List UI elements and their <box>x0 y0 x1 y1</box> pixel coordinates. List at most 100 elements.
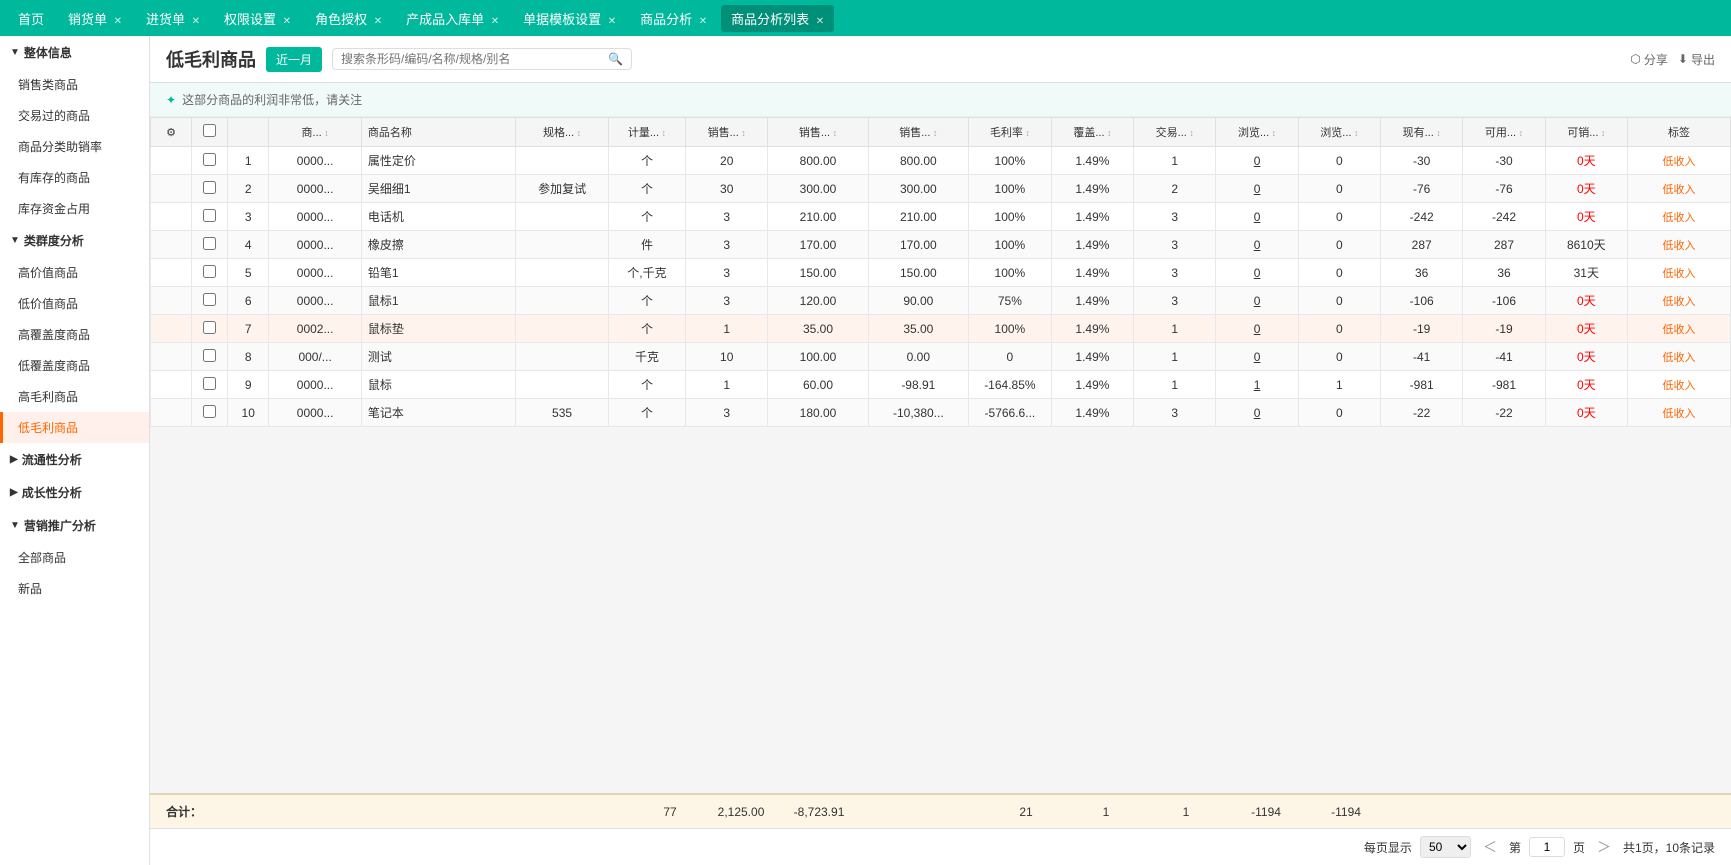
sidebar-item-traded-goods[interactable]: 交易过的商品 <box>0 100 149 131</box>
th-coverage[interactable]: 覆盖... <box>1051 118 1133 147</box>
th-available[interactable]: 可用... <box>1463 118 1545 147</box>
th-gross-rate[interactable]: 毛利率 <box>968 118 1051 147</box>
cell-amount-2: 210.00 <box>868 203 968 231</box>
cell-view1-5[interactable]: 0 <box>1216 287 1298 315</box>
search-box[interactable]: 🔍 <box>332 48 632 70</box>
nav-close-product-analysis[interactable]: ✕ <box>699 16 707 27</box>
next-page-btn[interactable]: ＞ <box>1593 835 1615 859</box>
cell-check-1[interactable] <box>192 175 228 203</box>
nav-purchase[interactable]: 进货单 ✕ <box>136 5 210 32</box>
row-checkbox-5[interactable] <box>203 293 216 306</box>
page-input[interactable] <box>1529 837 1565 857</box>
sidebar-item-low-profit[interactable]: 低毛利商品 <box>0 412 149 443</box>
search-icon[interactable]: 🔍 <box>608 52 623 66</box>
nav-permission[interactable]: 权限设置 ✕ <box>214 5 301 32</box>
sidebar-item-stock-fund[interactable]: 库存资金占用 <box>0 193 149 224</box>
row-checkbox-2[interactable] <box>203 209 216 222</box>
sidebar-item-high-coverage[interactable]: 高覆盖度商品 <box>0 319 149 350</box>
cell-code-8: 0000... <box>269 371 362 399</box>
sidebar-group-overall[interactable]: ▼ 整体信息 <box>0 36 149 69</box>
share-button[interactable]: ⬡ 分享 <box>1630 51 1668 68</box>
th-trade[interactable]: 交易... <box>1134 118 1216 147</box>
nav-product-in[interactable]: 产成品入库单 ✕ <box>396 5 509 32</box>
sidebar-group-marketing[interactable]: ▼ 营销推广分析 <box>0 509 149 542</box>
row-checkbox-3[interactable] <box>203 237 216 250</box>
row-checkbox-0[interactable] <box>203 153 216 166</box>
sidebar-item-new-goods[interactable]: 新品 <box>0 573 149 604</box>
cell-view1-2[interactable]: 0 <box>1216 203 1298 231</box>
per-page-select[interactable]: 50 100 200 <box>1420 836 1471 858</box>
th-check[interactable] <box>192 118 228 147</box>
nav-role[interactable]: 角色授权 ✕ <box>305 5 392 32</box>
sidebar-item-high-value[interactable]: 高价值商品 <box>0 257 149 288</box>
nav-close-product-in[interactable]: ✕ <box>491 16 499 27</box>
cell-view1-8[interactable]: 1 <box>1216 371 1298 399</box>
th-name[interactable]: 商品名称 <box>361 118 515 147</box>
th-unit[interactable]: 计量... <box>608 118 685 147</box>
nav-sales[interactable]: 销货单 ✕ <box>58 5 132 32</box>
sidebar-group-flow[interactable]: ▶ 流通性分析 <box>0 443 149 476</box>
cell-view1-0[interactable]: 0 <box>1216 147 1298 175</box>
th-settings[interactable]: ⚙ <box>151 118 192 147</box>
select-all-checkbox[interactable] <box>203 124 216 137</box>
cell-check-2[interactable] <box>192 203 228 231</box>
cell-view1-4[interactable]: 0 <box>1216 259 1298 287</box>
row-checkbox-7[interactable] <box>203 349 216 362</box>
nav-close-permission[interactable]: ✕ <box>283 16 291 27</box>
cell-check-5[interactable] <box>192 287 228 315</box>
nav-close-template[interactable]: ✕ <box>608 16 616 27</box>
search-input[interactable] <box>341 52 608 66</box>
cell-check-7[interactable] <box>192 343 228 371</box>
nav-close-purchase[interactable]: ✕ <box>192 16 200 27</box>
nav-close-role[interactable]: ✕ <box>374 16 382 27</box>
cell-tag-2: 低收入 <box>1627 203 1730 231</box>
sidebar-item-low-coverage[interactable]: 低覆盖度商品 <box>0 350 149 381</box>
sidebar-item-all-goods[interactable]: 全部商品 <box>0 542 149 573</box>
nav-home[interactable]: 首页 <box>8 5 54 32</box>
sidebar-group-cluster[interactable]: ▼ 类群度分析 <box>0 224 149 257</box>
th-sale-amount[interactable]: 销售... <box>868 118 968 147</box>
row-checkbox-1[interactable] <box>203 181 216 194</box>
cell-check-8[interactable] <box>192 371 228 399</box>
export-button[interactable]: ⬇ 导出 <box>1678 51 1715 68</box>
nav-product-analysis[interactable]: 商品分析 ✕ <box>630 5 717 32</box>
row-checkbox-9[interactable] <box>203 405 216 418</box>
sidebar-item-high-profit[interactable]: 高毛利商品 <box>0 381 149 412</box>
table-container[interactable]: ⚙ 商... 商品名称 规格... 计量... 销售... 销售... 销售..… <box>150 117 1731 793</box>
sidebar-item-low-value[interactable]: 低价值商品 <box>0 288 149 319</box>
cell-view1-7[interactable]: 0 <box>1216 343 1298 371</box>
top-navigation: 首页 销货单 ✕ 进货单 ✕ 权限设置 ✕ 角色授权 ✕ 产成品入库单 ✕ 单据… <box>0 0 1731 36</box>
row-checkbox-8[interactable] <box>203 377 216 390</box>
th-code[interactable]: 商... <box>269 118 362 147</box>
cell-check-6[interactable] <box>192 315 228 343</box>
sidebar-item-stock-goods[interactable]: 有库存的商品 <box>0 162 149 193</box>
cell-available-1: -76 <box>1463 175 1545 203</box>
cell-view1-3[interactable]: 0 <box>1216 231 1298 259</box>
row-checkbox-4[interactable] <box>203 265 216 278</box>
cell-view1-9[interactable]: 0 <box>1216 399 1298 427</box>
nav-close-product-analysis-list[interactable]: ✕ <box>816 16 824 27</box>
th-saleable[interactable]: 可销... <box>1545 118 1627 147</box>
th-current[interactable]: 现有... <box>1381 118 1463 147</box>
nav-close-sales[interactable]: ✕ <box>114 16 122 27</box>
th-sale-price[interactable]: 销售... <box>768 118 868 147</box>
cell-check-3[interactable] <box>192 231 228 259</box>
cell-view1-6[interactable]: 0 <box>1216 315 1298 343</box>
th-view2[interactable]: 浏览... <box>1298 118 1380 147</box>
row-checkbox-6[interactable] <box>203 321 216 334</box>
th-sale-qty[interactable]: 销售... <box>686 118 768 147</box>
nav-template[interactable]: 单据模板设置 ✕ <box>513 5 626 32</box>
cell-check-0[interactable] <box>192 147 228 175</box>
cell-view1-1[interactable]: 0 <box>1216 175 1298 203</box>
th-spec[interactable]: 规格... <box>516 118 609 147</box>
period-button[interactable]: 近一月 <box>266 47 322 72</box>
nav-product-analysis-list[interactable]: 商品分析列表 ✕ <box>721 5 834 32</box>
cell-check-4[interactable] <box>192 259 228 287</box>
sidebar-group-growth[interactable]: ▶ 成长性分析 <box>0 476 149 509</box>
sidebar-item-sales-goods[interactable]: 销售类商品 <box>0 69 149 100</box>
cell-check-9[interactable] <box>192 399 228 427</box>
sidebar-item-category-rate[interactable]: 商品分类助销率 <box>0 131 149 162</box>
cell-view2-4: 0 <box>1298 259 1380 287</box>
prev-page-btn[interactable]: ＜ <box>1479 835 1501 859</box>
th-view1[interactable]: 浏览... <box>1216 118 1298 147</box>
